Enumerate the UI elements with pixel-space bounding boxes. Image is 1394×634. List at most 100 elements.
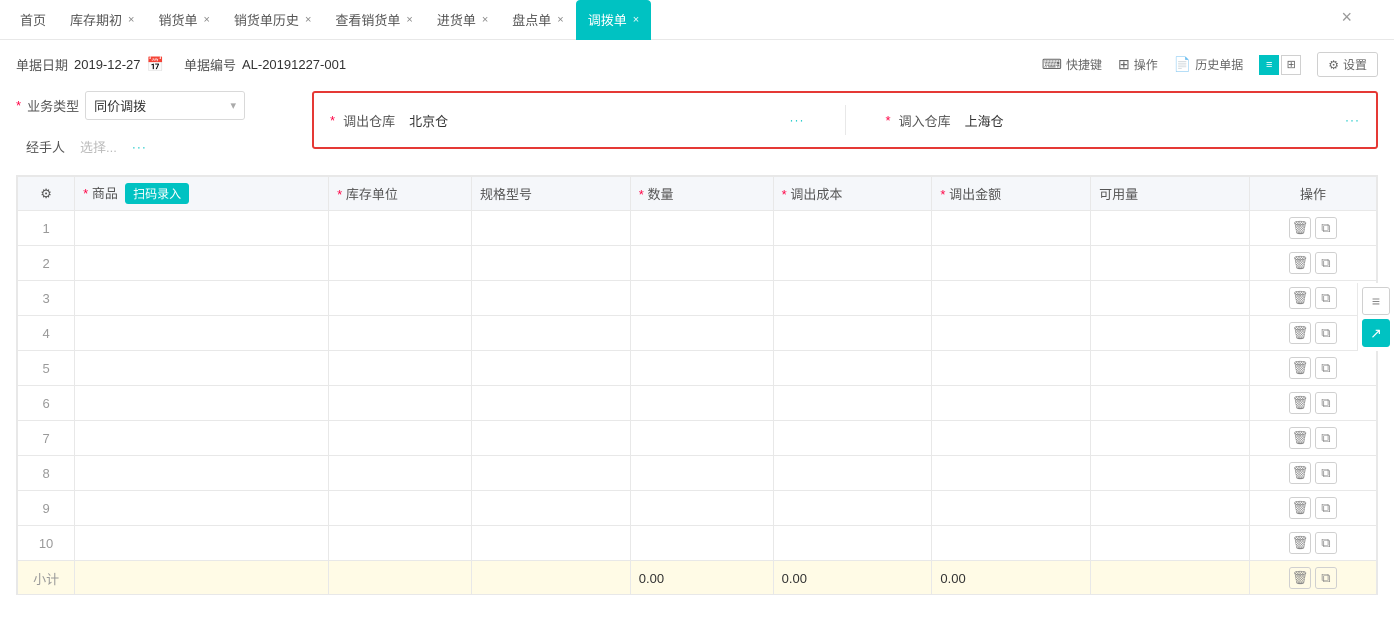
cost-cell[interactable] [773, 421, 932, 456]
product-cell[interactable] [75, 386, 329, 421]
window-close-button[interactable]: × [1341, 8, 1352, 26]
product-cell[interactable] [75, 421, 329, 456]
transfer-out-more-button[interactable]: ··· [790, 113, 805, 127]
tab-transfer[interactable]: 调拨单 × [576, 0, 651, 40]
tab-stocktaking[interactable]: 盘点单 × [500, 0, 575, 40]
tab-sales-order[interactable]: 销货单 × [146, 0, 221, 40]
copy-row-button[interactable]: ⧉ [1315, 497, 1337, 519]
delete-row-button[interactable]: 🗑 [1289, 357, 1311, 379]
tab-close-icon[interactable]: × [128, 14, 134, 26]
quantity-cell[interactable] [630, 456, 773, 491]
shortcut-action[interactable]: ⌨ 快捷键 [1042, 56, 1102, 73]
copy-row-button[interactable]: ⧉ [1315, 532, 1337, 554]
copy-row-button[interactable]: ⧉ [1315, 252, 1337, 274]
tab-close-icon[interactable]: × [633, 14, 639, 26]
quantity-cell[interactable] [630, 281, 773, 316]
amount-cell[interactable] [932, 281, 1091, 316]
amount-cell[interactable] [932, 316, 1091, 351]
product-cell[interactable] [75, 316, 329, 351]
delete-row-button[interactable]: 🗑 [1289, 287, 1311, 309]
cost-cell[interactable] [773, 316, 932, 351]
copy-row-button[interactable]: ⧉ [1315, 322, 1337, 344]
delete-row-button[interactable]: 🗑 [1289, 392, 1311, 414]
quantity-cell[interactable] [630, 246, 773, 281]
history-action[interactable]: 📄 历史单据 [1174, 56, 1243, 73]
transfer-out-value[interactable]: 北京仓 [409, 111, 448, 130]
tab-close-icon[interactable]: × [203, 14, 209, 26]
delete-row-button[interactable]: 🗑 [1289, 427, 1311, 449]
transfer-in-value[interactable]: 上海仓 [965, 111, 1004, 130]
amount-cell[interactable] [932, 526, 1091, 561]
copy-row-button[interactable]: ⧉ [1315, 357, 1337, 379]
delete-row-button[interactable]: 🗑 [1289, 252, 1311, 274]
delete-row-button[interactable]: 🗑 [1289, 567, 1311, 589]
list-layout-icon[interactable]: ≡ [1259, 55, 1279, 75]
amount-cell[interactable] [932, 351, 1091, 386]
business-type-select[interactable]: 同价调拨 ▾ [85, 91, 245, 120]
tab-home[interactable]: 首页 [8, 0, 58, 40]
tab-close-icon[interactable]: × [482, 14, 488, 26]
handler-more-button[interactable]: ··· [132, 140, 147, 154]
copy-row-button[interactable]: ⧉ [1315, 462, 1337, 484]
amount-cell[interactable] [932, 491, 1091, 526]
sidebar-list-button[interactable]: ≡ [1362, 287, 1390, 315]
handler-input[interactable]: 选择... [71, 132, 126, 161]
calendar-icon[interactable]: 📅 [147, 56, 164, 73]
grid-layout-icon[interactable]: ⊞ [1281, 55, 1301, 75]
quantity-cell[interactable] [630, 316, 773, 351]
cost-cell[interactable]: 0.00 [773, 561, 932, 596]
delete-row-button[interactable]: 🗑 [1289, 217, 1311, 239]
copy-row-button[interactable]: ⧉ [1315, 217, 1337, 239]
copy-row-button[interactable]: ⧉ [1315, 567, 1337, 589]
amount-cell[interactable]: 0.00 [932, 561, 1091, 596]
cost-cell[interactable] [773, 211, 932, 246]
quantity-cell[interactable]: 0.00 [630, 561, 773, 596]
amount-cell[interactable] [932, 456, 1091, 491]
cost-cell[interactable] [773, 351, 932, 386]
cost-cell[interactable] [773, 246, 932, 281]
product-cell[interactable] [75, 491, 329, 526]
tab-close-icon[interactable]: × [557, 14, 563, 26]
cost-cell[interactable] [773, 386, 932, 421]
layout-toggle[interactable]: ≡ ⊞ [1259, 55, 1301, 75]
tab-inventory-init[interactable]: 库存期初 × [58, 0, 146, 40]
scan-button[interactable]: 扫码录入 [125, 183, 189, 204]
transfer-in-more-button[interactable]: ··· [1345, 113, 1360, 127]
product-cell[interactable] [75, 211, 329, 246]
amount-cell[interactable] [932, 421, 1091, 456]
product-cell[interactable] [75, 351, 329, 386]
delete-row-button[interactable]: 🗑 [1289, 497, 1311, 519]
sidebar-export-button[interactable]: ↗ [1362, 319, 1390, 347]
tab-purchase-order[interactable]: 进货单 × [425, 0, 500, 40]
copy-row-button[interactable]: ⧉ [1315, 287, 1337, 309]
cost-cell[interactable] [773, 456, 932, 491]
amount-cell[interactable] [932, 211, 1091, 246]
delete-row-button[interactable]: 🗑 [1289, 532, 1311, 554]
product-cell[interactable] [75, 561, 329, 596]
quantity-cell[interactable] [630, 211, 773, 246]
tab-sales-history[interactable]: 销货单历史 × [222, 0, 323, 40]
quantity-cell[interactable] [630, 421, 773, 456]
product-cell[interactable] [75, 526, 329, 561]
cost-cell[interactable] [773, 526, 932, 561]
quantity-cell[interactable] [630, 351, 773, 386]
delete-row-button[interactable]: 🗑 [1289, 462, 1311, 484]
copy-row-button[interactable]: ⧉ [1315, 392, 1337, 414]
copy-row-button[interactable]: ⧉ [1315, 427, 1337, 449]
settings-button[interactable]: ⚙ 设置 [1317, 52, 1378, 77]
amount-cell[interactable] [932, 246, 1091, 281]
cost-cell[interactable] [773, 281, 932, 316]
quantity-cell[interactable] [630, 491, 773, 526]
product-cell[interactable] [75, 246, 329, 281]
amount-cell[interactable] [932, 386, 1091, 421]
quantity-cell[interactable] [630, 386, 773, 421]
tab-close-icon[interactable]: × [305, 14, 311, 26]
tab-view-sales[interactable]: 查看销货单 × [323, 0, 424, 40]
product-cell[interactable] [75, 456, 329, 491]
delete-row-button[interactable]: 🗑 [1289, 322, 1311, 344]
date-value[interactable]: 2019-12-27 [74, 57, 141, 72]
product-cell[interactable] [75, 281, 329, 316]
operation-action[interactable]: ⊞ 操作 [1118, 56, 1158, 73]
tab-close-icon[interactable]: × [406, 14, 412, 26]
cost-cell[interactable] [773, 491, 932, 526]
